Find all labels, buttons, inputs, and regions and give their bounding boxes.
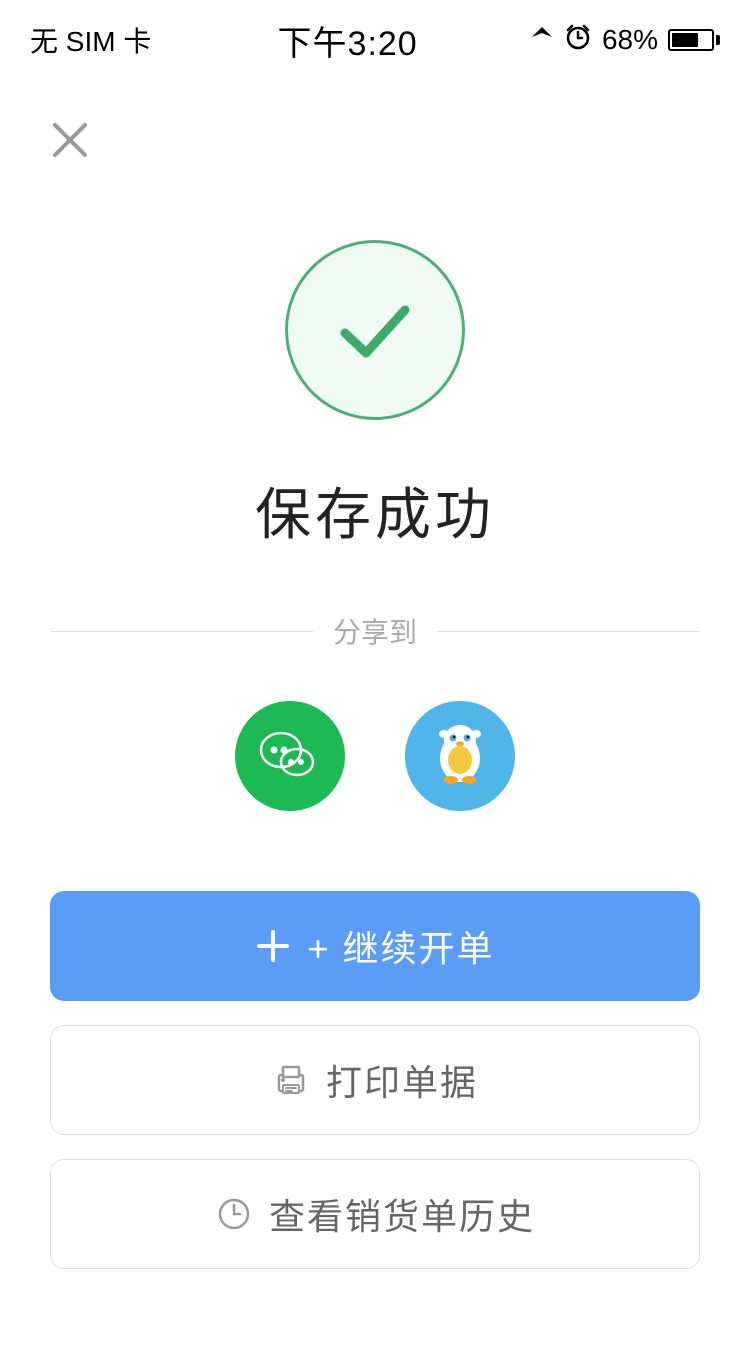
history-label: 查看销货单历史 xyxy=(269,1188,535,1240)
success-title: 保存成功 xyxy=(255,470,495,551)
status-bar: 无 SIM 卡 下午3:20 68% xyxy=(0,0,750,80)
divider-line-left xyxy=(50,631,313,632)
close-button[interactable] xyxy=(30,100,110,180)
status-right: 68% xyxy=(530,23,720,58)
status-time: 下午3:20 xyxy=(278,16,418,65)
print-label: 打印单据 xyxy=(326,1054,478,1106)
share-label: 分享到 xyxy=(333,611,417,651)
continue-button[interactable]: + 继续开单 xyxy=(50,891,700,1001)
print-button[interactable]: 打印单据 xyxy=(50,1025,700,1135)
share-icons-row xyxy=(235,701,515,811)
status-left: 无 SIM 卡 xyxy=(30,20,165,60)
share-divider: 分享到 xyxy=(50,611,700,651)
wechat-share-button[interactable] xyxy=(235,701,345,811)
battery-percentage: 68% xyxy=(602,24,658,56)
qq-share-button[interactable] xyxy=(405,701,515,811)
location-icon xyxy=(530,24,554,56)
alarm-icon xyxy=(564,23,592,58)
continue-label: + 继续开单 xyxy=(307,920,494,972)
carrier-text: 无 SIM 卡 xyxy=(30,20,151,60)
main-content: 保存成功 分享到 xyxy=(0,180,750,1353)
success-icon-circle xyxy=(285,240,465,420)
divider-line-right xyxy=(437,631,700,632)
battery-icon xyxy=(668,29,720,51)
history-button[interactable]: 查看销货单历史 xyxy=(50,1159,700,1269)
